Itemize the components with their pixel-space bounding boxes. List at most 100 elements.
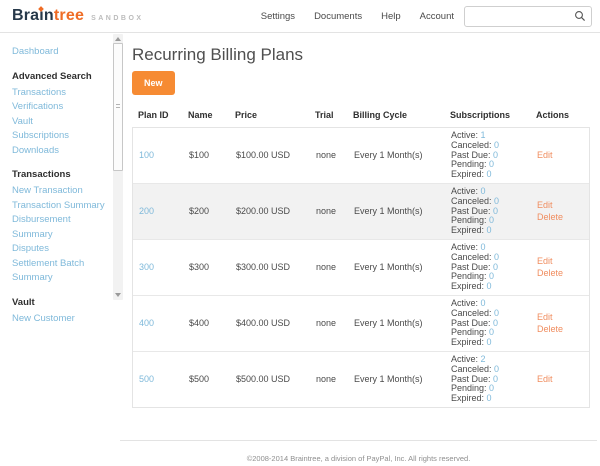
column-header-price: Price [235, 110, 258, 120]
sidebar-item-dashboard[interactable]: Dashboard [12, 45, 112, 60]
search-box [464, 5, 592, 27]
plan-trial: none [316, 374, 337, 385]
sidebar-item-new-customer[interactable]: New Customer [12, 312, 112, 327]
page-footer: ©2008-2014 Braintree, a division of PayP… [120, 440, 597, 466]
nav-settings[interactable]: Settings [261, 11, 295, 22]
plan-subscriptions: Active: 1 Canceled: 0 Past Due: 0 Pending: … [451, 130, 537, 180]
scrollbar-down-arrow-icon[interactable] [115, 293, 121, 297]
sidebar-section-advanced-search: Advanced Search Transactions Verifications… [12, 69, 112, 159]
sidebar-section: Dashboard [12, 45, 112, 60]
table-row: 100 $100 $100.00 USD none Every 1 Month(… [133, 128, 589, 183]
sidebar-scrollbar[interactable] [113, 34, 123, 300]
plan-price: $500.00 USD [236, 374, 291, 385]
sidebar-item-new-transaction[interactable]: New Transaction [12, 184, 112, 199]
sidebar-item-downloads[interactable]: Downloads [12, 144, 112, 159]
sidebar-item-settlement-batch-summary[interactable]: Settlement Batch Summary [12, 257, 112, 286]
new-plan-button[interactable]: New [132, 71, 175, 95]
plan-id-link[interactable]: 500 [139, 374, 154, 384]
delete-plan-link[interactable]: Delete [537, 211, 589, 223]
nav-help[interactable]: Help [381, 11, 401, 22]
plans-table-body: 100 $100 $100.00 USD none Every 1 Month(… [132, 127, 590, 408]
logo-text-tree: tree [53, 7, 85, 24]
sandbox-label: SANDBOX [91, 15, 144, 22]
sidebar-section-vault: Vault New Customer [12, 295, 112, 327]
plan-name: $400 [189, 318, 210, 329]
top-nav: Settings Documents Help Account [261, 11, 454, 22]
plan-actions: Edit Delete [537, 199, 589, 223]
sidebar-item-transaction-summary[interactable]: Transaction Summary [12, 199, 112, 214]
sidebar-section-transactions: Transactions New Transaction Transaction S… [12, 167, 112, 286]
plans-table: Plan ID Name Price Trial Billing Cycle Subscr… [132, 104, 590, 408]
sidebar-item-subscriptions[interactable]: Subscriptions [12, 129, 112, 144]
scrollbar-thumb[interactable] [113, 43, 123, 171]
plan-trial: none [316, 206, 337, 217]
edit-plan-link[interactable]: Edit [537, 255, 589, 267]
plan-billing-cycle: Every 1 Month(s) [354, 318, 423, 329]
edit-plan-link[interactable]: Edit [537, 199, 589, 211]
nav-documents[interactable]: Documents [314, 11, 362, 22]
plan-billing-cycle: Every 1 Month(s) [354, 262, 423, 273]
plan-id-link[interactable]: 400 [139, 318, 154, 328]
delete-plan-link[interactable]: Delete [537, 323, 589, 335]
copyright-text: ©2008-2014 Braintree, a division of PayP… [246, 454, 471, 463]
column-header-subscriptions: Subscriptions [450, 110, 511, 120]
plan-name: $300 [189, 262, 210, 273]
search-input[interactable] [464, 5, 592, 27]
table-row: 200 $200 $200.00 USD none Every 1 Month(… [133, 182, 589, 239]
column-header-plan-id: Plan ID [138, 110, 169, 120]
sidebar-item-verifications[interactable]: Verifications [12, 100, 112, 115]
subscription-count-expired: Expired: 0 [451, 169, 492, 180]
plan-actions: Edit Delete [537, 255, 589, 279]
plan-billing-cycle: Every 1 Month(s) [354, 374, 423, 385]
plan-price: $200.00 USD [236, 206, 291, 217]
plan-id-link[interactable]: 100 [139, 150, 154, 160]
table-row: 500 $500 $500.00 USD none Every 1 Month(… [133, 350, 589, 407]
sidebar-item-disbursement-summary[interactable]: Disbursement Summary [12, 213, 112, 242]
plan-name: $500 [189, 374, 210, 385]
scrollbar-up-arrow-icon[interactable] [115, 37, 121, 41]
plan-subscriptions: Active: 0 Canceled: 0 Past Due: 0 Pending: … [451, 186, 537, 236]
braintree-logo[interactable]: Brain tree SANDBOX [12, 6, 144, 25]
plan-id-link[interactable]: 200 [139, 206, 154, 216]
plan-price: $400.00 USD [236, 318, 291, 329]
edit-plan-link[interactable]: Edit [537, 373, 589, 385]
sidebar: Dashboard Advanced Search Transactions Veri… [0, 33, 112, 335]
plan-name: $100 [189, 150, 210, 161]
column-header-actions: Actions [536, 110, 570, 120]
delete-plan-link[interactable]: Delete [537, 267, 589, 279]
top-header: Brain tree SANDBOX Settings Documents Help… [0, 0, 600, 33]
sidebar-header-advanced-search: Advanced Search [12, 70, 92, 82]
plan-price: $300.00 USD [236, 262, 291, 273]
table-row: 300 $300 $300.00 USD none Every 1 Month(… [133, 238, 589, 295]
search-icon[interactable] [574, 10, 586, 22]
column-header-billing-cycle: Billing Cycle [353, 110, 408, 120]
plan-subscriptions: Active: 2 Canceled: 0 Past Due: 0 Pending: … [451, 354, 537, 404]
subscription-count-expired: Expired: 0 [451, 337, 492, 348]
plan-subscriptions: Active: 0 Canceled: 0 Past Due: 0 Pending: … [451, 298, 537, 348]
table-header-row: Plan ID Name Price Trial Billing Cycle Subscr… [132, 104, 590, 127]
page-title: Recurring Billing Plans [132, 45, 304, 64]
braintree-sandbox-page: Brain tree SANDBOX Settings Documents Help… [0, 0, 600, 466]
plan-subscriptions: Active: 0 Canceled: 0 Past Due: 0 Pending: … [451, 242, 537, 292]
plan-billing-cycle: Every 1 Month(s) [354, 206, 423, 217]
sidebar-item-vault[interactable]: Vault [12, 115, 112, 130]
nav-account[interactable]: Account [420, 11, 454, 22]
edit-plan-link[interactable]: Edit [537, 149, 589, 161]
sidebar-header-transactions: Transactions [12, 169, 71, 180]
column-header-trial: Trial [315, 110, 334, 120]
plan-trial: none [316, 150, 337, 161]
subscription-count-expired: Expired: 0 [451, 281, 492, 292]
subscription-count-expired: Expired: 0 [451, 393, 492, 404]
main-content: Recurring Billing Plans New Plan ID Name P… [132, 33, 590, 408]
sidebar-header-vault: Vault [12, 296, 35, 308]
plan-actions: Edit [537, 149, 589, 161]
edit-plan-link[interactable]: Edit [537, 311, 589, 323]
sidebar-item-disputes[interactable]: Disputes [12, 242, 112, 257]
plan-id-link[interactable]: 300 [139, 262, 154, 272]
plan-actions: Edit Delete [537, 311, 589, 335]
sidebar-item-transactions[interactable]: Transactions [12, 86, 112, 101]
plan-billing-cycle: Every 1 Month(s) [354, 150, 423, 161]
subscription-count-expired: Expired: 0 [451, 225, 492, 236]
logo-text-brain: Brain [12, 7, 54, 24]
column-header-name: Name [188, 110, 213, 120]
